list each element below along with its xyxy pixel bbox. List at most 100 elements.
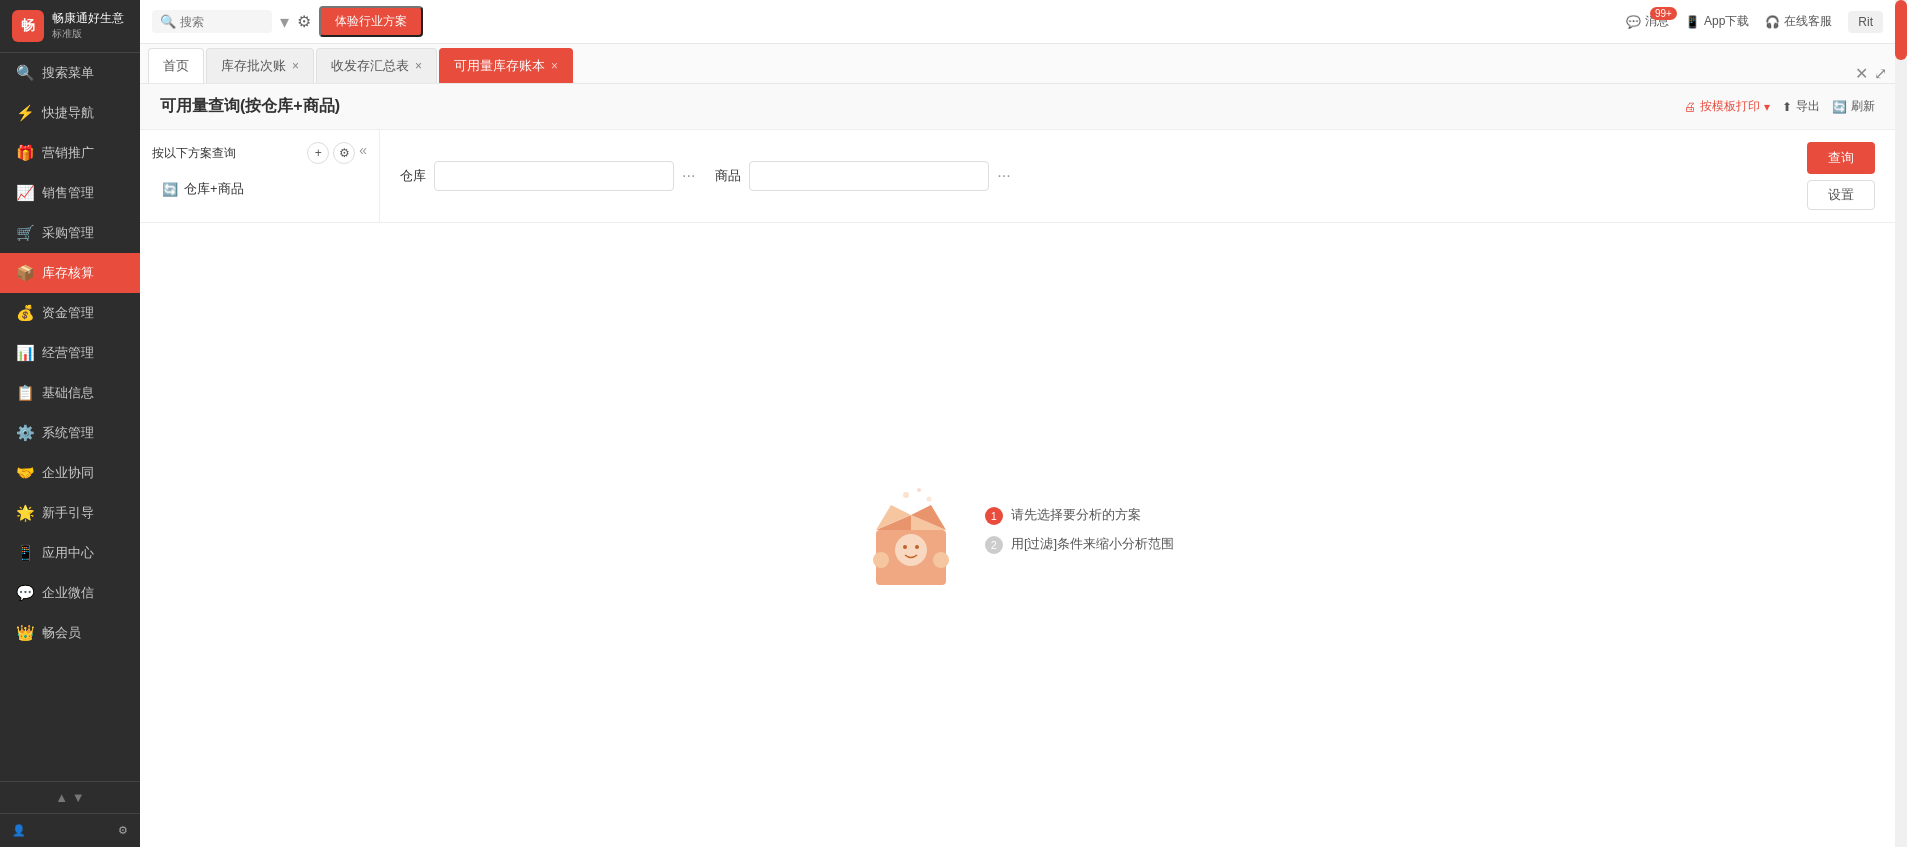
settings-btn[interactable]: 设置: [1807, 180, 1875, 210]
refresh-btn[interactable]: 🔄 刷新: [1832, 98, 1875, 115]
warehouse-label: 仓库: [400, 167, 426, 185]
hint-num-1: 1: [985, 507, 1003, 525]
tab-summary-label: 收发存汇总表: [331, 57, 409, 75]
svg-point-7: [915, 545, 919, 549]
product-input[interactable]: [749, 161, 989, 191]
sidebar-item-wechat[interactable]: 💬 企业微信: [0, 573, 140, 613]
sidebar-item-label: 营销推广: [42, 144, 94, 162]
scrollbar-thumb[interactable]: [1895, 0, 1907, 60]
sidebar-item-basic[interactable]: 📋 基础信息: [0, 373, 140, 413]
tab-home[interactable]: 首页: [148, 48, 204, 83]
operation-icon: 📊: [16, 344, 34, 362]
service-label: 在线客服: [1784, 13, 1832, 30]
topbar-gear-icon[interactable]: ⚙: [297, 12, 311, 31]
sidebar-item-inventory[interactable]: 📦 库存核算: [0, 253, 140, 293]
export-btn[interactable]: ⬆ 导出: [1782, 98, 1820, 115]
settings-footer-icon[interactable]: ⚙: [118, 824, 128, 837]
user-label: Rit: [1858, 15, 1873, 29]
page-content: 可用量查询(按仓库+商品) 🖨 按模板打印 ▾ ⬆ 导出 🔄 刷新: [140, 84, 1895, 847]
sidebar-item-label: 畅会员: [42, 624, 81, 642]
topbar-search-box[interactable]: 🔍: [152, 10, 272, 33]
settings-scheme-btn[interactable]: ⚙: [333, 142, 355, 164]
sidebar-item-appstore[interactable]: 📱 应用中心: [0, 533, 140, 573]
tabs-right-actions: ✕ ⤢: [1855, 64, 1895, 83]
sidebar-item-label: 新手引导: [42, 504, 94, 522]
box-icon: 📦: [16, 264, 34, 282]
user-menu-btn[interactable]: Rit: [1848, 11, 1883, 33]
empty-hints: 1 请先选择要分析的方案 2 用[过滤]条件来缩小分析范围: [985, 506, 1174, 564]
scheme-item-warehouse-product[interactable]: 🔄 仓库+商品: [152, 172, 367, 206]
tab-available[interactable]: 可用量库存账本 ×: [439, 48, 573, 83]
close-tab-icon[interactable]: ✕: [1855, 64, 1868, 83]
sidebar-scroll-down[interactable]: ▲ ▼: [0, 781, 140, 813]
scheme-item-label: 仓库+商品: [184, 180, 244, 198]
sidebar-item-enterprise[interactable]: 🤝 企业协同: [0, 453, 140, 493]
tab-summary[interactable]: 收发存汇总表 ×: [316, 48, 437, 83]
page-title: 可用量查询(按仓库+商品): [160, 96, 340, 117]
sidebar-item-label: 采购管理: [42, 224, 94, 242]
chevron-down-template: ▾: [1764, 100, 1770, 114]
right-scrollbar[interactable]: [1895, 0, 1907, 847]
tab-batch[interactable]: 库存批次账 ×: [206, 48, 314, 83]
sidebar-item-shortcut[interactable]: ⚡ 快捷导航: [0, 93, 140, 133]
sidebar-item-guide[interactable]: 🌟 新手引导: [0, 493, 140, 533]
user-avatar: 👤: [12, 824, 26, 837]
sidebar-item-label: 企业协同: [42, 464, 94, 482]
query-btn[interactable]: 查询: [1807, 142, 1875, 174]
sidebar-item-purchase[interactable]: 🛒 采购管理: [0, 213, 140, 253]
sidebar-item-label: 应用中心: [42, 544, 94, 562]
online-service-btn[interactable]: 🎧 在线客服: [1765, 13, 1832, 30]
clipboard-icon: 📋: [16, 384, 34, 402]
sidebar-item-label: 销售管理: [42, 184, 94, 202]
empty-state: 1 请先选择要分析的方案 2 用[过滤]条件来缩小分析范围: [140, 223, 1895, 847]
filter-panel: 按以下方案查询 + ⚙ « 🔄 仓库+商品 仓库 ···: [140, 130, 1895, 223]
sidebar-item-marketing[interactable]: 🎁 营销推广: [0, 133, 140, 173]
app-download-btn[interactable]: 📱 App下载: [1685, 13, 1749, 30]
svg-point-8: [873, 552, 889, 568]
tab-summary-close[interactable]: ×: [415, 59, 422, 73]
phone-icon: 📱: [16, 544, 34, 562]
page-header-actions: 🖨 按模板打印 ▾ ⬆ 导出 🔄 刷新: [1684, 98, 1875, 115]
tab-bar: 首页 库存批次账 × 收发存汇总表 × 可用量库存账本 × ✕ ⤢: [140, 44, 1895, 84]
search-icon: 🔍: [16, 64, 34, 82]
crown-icon: 👑: [16, 624, 34, 642]
search-icon-topbar: 🔍: [160, 14, 176, 29]
hint-1: 1 请先选择要分析的方案: [985, 506, 1174, 525]
svg-point-12: [926, 497, 931, 502]
sidebar-item-member[interactable]: 👑 畅会员: [0, 613, 140, 653]
sidebar-item-finance[interactable]: 💰 资金管理: [0, 293, 140, 333]
printer-icon: 🖨: [1684, 100, 1696, 114]
sidebar-item-operation[interactable]: 📊 经营管理: [0, 333, 140, 373]
collapse-icon[interactable]: «: [359, 142, 367, 164]
sidebar-nav: 🔍 搜索菜单 ⚡ 快捷导航 🎁 营销推广 📈 销售管理 🛒 采购管理 📦 库存核…: [0, 53, 140, 781]
chevron-down-icon[interactable]: ▾: [280, 11, 289, 33]
sidebar-item-label: 系统管理: [42, 424, 94, 442]
app-label: App下载: [1704, 13, 1749, 30]
tab-available-close[interactable]: ×: [551, 59, 558, 73]
sidebar-item-label: 企业微信: [42, 584, 94, 602]
warehouse-more-icon[interactable]: ···: [682, 167, 695, 185]
sidebar-footer: 👤 ⚙: [0, 813, 140, 847]
trial-btn[interactable]: 体验行业方案: [319, 6, 423, 37]
sidebar-item-system[interactable]: ⚙️ 系统管理: [0, 413, 140, 453]
sidebar-item-label: 经营管理: [42, 344, 94, 362]
warehouse-input[interactable]: [434, 161, 674, 191]
cart-icon: 🛒: [16, 224, 34, 242]
product-field: 商品 ···: [715, 161, 1010, 191]
svg-point-9: [933, 552, 949, 568]
template-print-btn[interactable]: 🖨 按模板打印 ▾: [1684, 98, 1770, 115]
expand-icon[interactable]: ⤢: [1874, 64, 1887, 83]
handshake-icon: 🤝: [16, 464, 34, 482]
tab-batch-close[interactable]: ×: [292, 59, 299, 73]
add-scheme-btn[interactable]: +: [307, 142, 329, 164]
msg-badge: 99+: [1650, 7, 1677, 20]
messages-btn[interactable]: 💬 消息 99+: [1626, 13, 1669, 30]
search-input[interactable]: [180, 15, 260, 29]
product-more-icon[interactable]: ···: [997, 167, 1010, 185]
product-label: 商品: [715, 167, 741, 185]
svg-point-6: [903, 545, 907, 549]
sidebar-item-sales[interactable]: 📈 销售管理: [0, 173, 140, 213]
sidebar-item-label: 资金管理: [42, 304, 94, 322]
refresh-icon: 🔄: [1832, 100, 1847, 114]
sidebar-item-search[interactable]: 🔍 搜索菜单: [0, 53, 140, 93]
